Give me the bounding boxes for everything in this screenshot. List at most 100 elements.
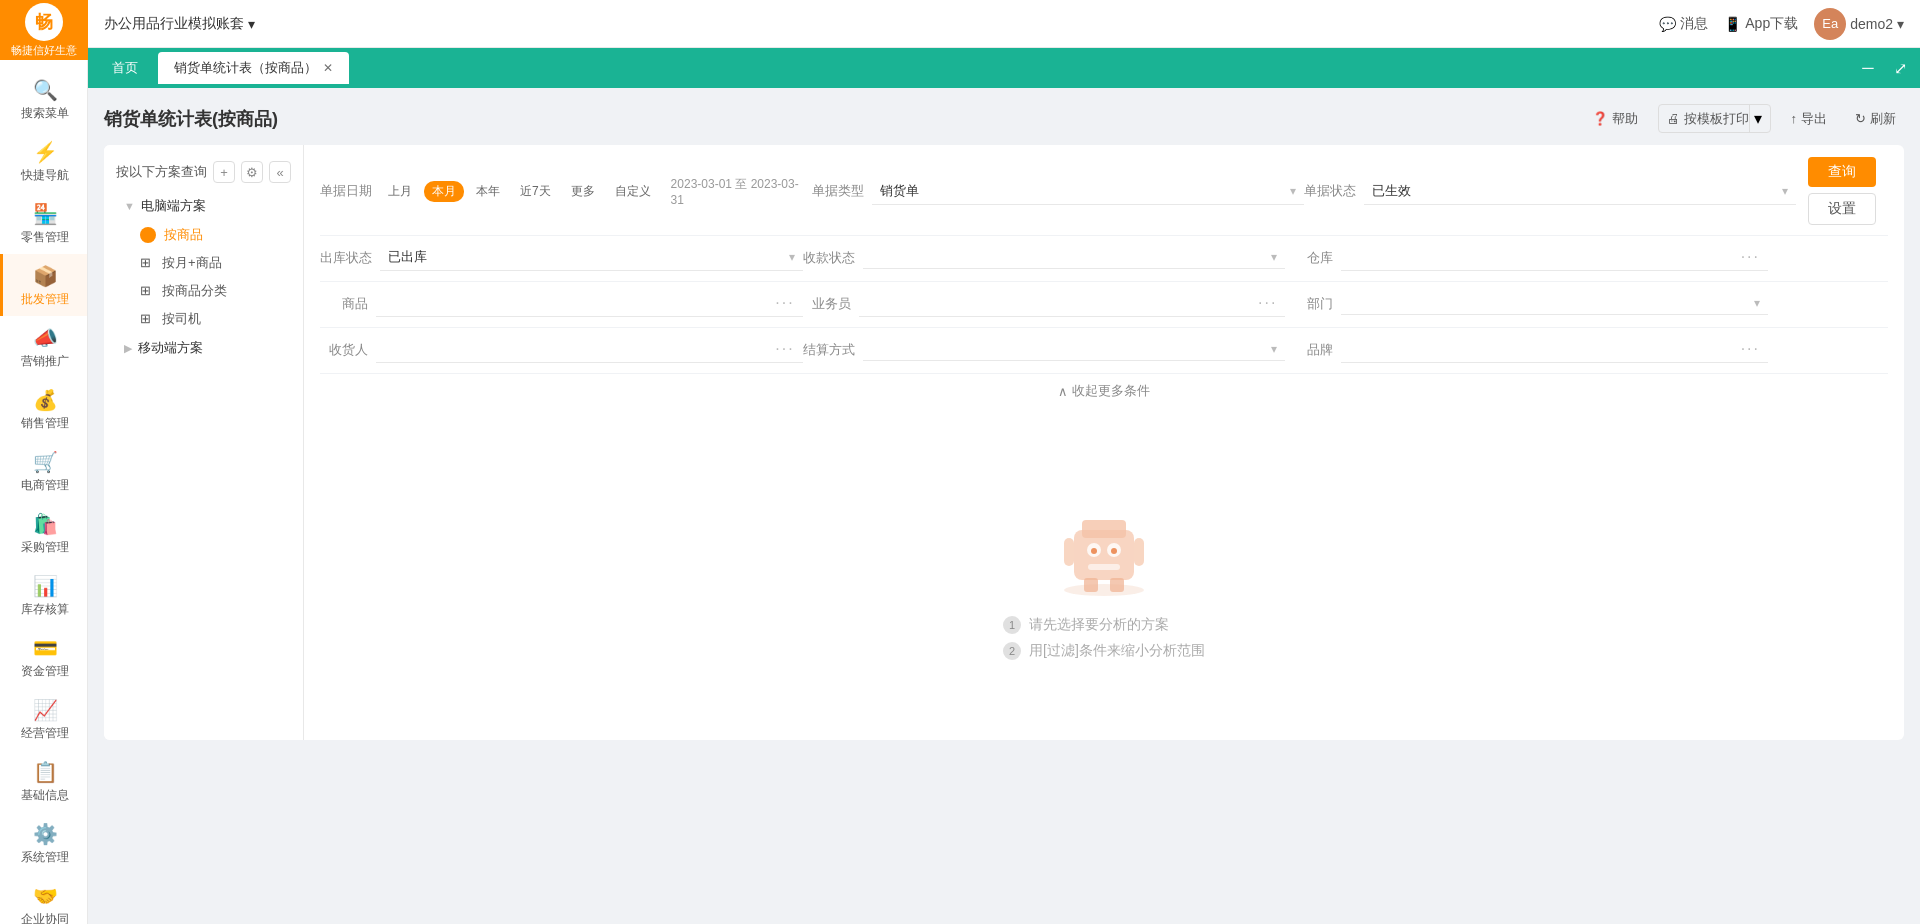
- product-select[interactable]: ···: [376, 290, 803, 317]
- export-icon: ↑: [1791, 111, 1798, 126]
- tree-item-by-cashier[interactable]: ⊞ 按司机: [104, 305, 303, 333]
- ecom-icon: 🛒: [33, 450, 58, 474]
- sidebar-item-inventory[interactable]: 📊 库存核算: [0, 564, 87, 626]
- sidebar-item-wholesale[interactable]: 📦 批发管理: [0, 254, 87, 316]
- out-status-value: 已出库: [388, 248, 427, 266]
- receiver-label: 收货人: [320, 341, 376, 359]
- salesperson-label: 业务员: [803, 295, 859, 313]
- receiver-select[interactable]: ···: [376, 336, 803, 363]
- doc-status-caret: ▾: [1782, 184, 1788, 198]
- dept-select[interactable]: ▾: [1341, 292, 1768, 315]
- collapse-label: 收起更多条件: [1072, 382, 1150, 400]
- top-header: 办公用品行业模拟账套 ▾ 💬 消息 📱 App下载 Ea demo2 ▾: [88, 0, 1920, 48]
- print-label: 按模板打印: [1684, 110, 1749, 128]
- date-pill-this-year[interactable]: 本年: [468, 181, 508, 202]
- tree-item-by-month-product[interactable]: ⊞ 按月+商品: [104, 249, 303, 277]
- sidebar-item-label: 零售管理: [21, 229, 69, 246]
- tab-home[interactable]: 首页: [96, 52, 154, 84]
- sidebar-item-marketing[interactable]: 📣 营销推广: [0, 316, 87, 378]
- filter-doc-type: 单据类型 销货单 ▾: [812, 178, 1304, 205]
- tree-group-mobile-label: 移动端方案: [138, 339, 203, 357]
- sidebar-item-shortcut[interactable]: ⚡ 快捷导航: [0, 130, 87, 192]
- search-icon: 🔍: [33, 78, 58, 102]
- sidebar-item-sales[interactable]: 💰 销售管理: [0, 378, 87, 440]
- collapse-up-icon: ∧: [1058, 384, 1068, 399]
- svg-point-5: [1091, 548, 1097, 554]
- sidebar-item-finance[interactable]: 💳 资金管理: [0, 626, 87, 688]
- doc-status-value: 已生效: [1372, 182, 1411, 200]
- date-pill-custom[interactable]: 自定义: [607, 181, 659, 202]
- brand-label: 品牌: [1285, 341, 1341, 359]
- query-button[interactable]: 查询: [1808, 157, 1876, 187]
- message-label: 消息: [1680, 15, 1708, 33]
- product-label: 商品: [320, 295, 376, 313]
- page-actions: ❓ 帮助 🖨 按模板打印 ▾ ↑ 导出 ↻ 刷新: [1584, 104, 1905, 133]
- tab-close-btn[interactable]: ✕: [323, 61, 333, 75]
- tab-report[interactable]: 销货单统计表（按商品） ✕: [158, 52, 349, 84]
- date-pill-last-month[interactable]: 上月: [380, 181, 420, 202]
- sidebar-item-label: 经营管理: [21, 725, 69, 742]
- brand-dots: ···: [1741, 340, 1760, 358]
- salesperson-select[interactable]: ···: [859, 290, 1286, 317]
- setting-button[interactable]: 设置: [1808, 193, 1876, 225]
- out-status-select[interactable]: 已出库 ▾: [380, 244, 803, 271]
- workspace-dropdown[interactable]: 办公用品行业模拟账套 ▾: [104, 15, 255, 33]
- filter-salesperson: 业务员 ···: [803, 290, 1286, 317]
- warehouse-select[interactable]: ···: [1341, 244, 1768, 271]
- doc-type-value: 销货单: [880, 182, 919, 200]
- message-btn[interactable]: 💬 消息: [1659, 15, 1708, 33]
- sidebar-item-purchase[interactable]: 🛍️ 采购管理: [0, 502, 87, 564]
- tree-group-desktop[interactable]: ▼ 电脑端方案: [104, 191, 303, 221]
- svg-point-0: [1064, 584, 1144, 596]
- sidebar-item-label: 系统管理: [21, 849, 69, 866]
- action-btns: 查询 设置: [1796, 157, 1888, 225]
- retail-icon: 🏪: [33, 202, 58, 226]
- tree-group-mobile[interactable]: ▶ 移动端方案: [104, 333, 303, 363]
- settlement-select[interactable]: ▾: [863, 338, 1286, 361]
- base-icon: 📋: [33, 760, 58, 784]
- filter-date: 单据日期 上月 本月 本年 近7天 更多 自定义 20: [320, 176, 812, 207]
- export-btn[interactable]: ↑ 导出: [1783, 106, 1836, 132]
- date-pill-this-month[interactable]: 本月: [424, 181, 464, 202]
- tab-bar: 首页 销货单统计表（按商品） ✕ ─ ⤢: [88, 48, 1920, 88]
- filter-doc-status: 单据状态 已生效 ▾: [1304, 178, 1796, 205]
- brand-select[interactable]: ···: [1341, 336, 1768, 363]
- sidebar-item-label: 销售管理: [21, 415, 69, 432]
- tab-maximize-btn[interactable]: ⤢: [1888, 56, 1912, 80]
- date-pill-7days[interactable]: 近7天: [512, 181, 559, 202]
- tree-item-by-product[interactable]: 按商品: [104, 221, 303, 249]
- collapse-row[interactable]: ∧ 收起更多条件: [320, 373, 1888, 408]
- refresh-btn[interactable]: ↻ 刷新: [1847, 106, 1904, 132]
- doc-status-select[interactable]: 已生效 ▾: [1364, 178, 1796, 205]
- help-btn[interactable]: ❓ 帮助: [1584, 106, 1646, 132]
- wholesale-icon: 📦: [33, 264, 58, 288]
- side-collapse-btn[interactable]: «: [269, 161, 291, 183]
- sidebar-item-corp[interactable]: 🤝 企业协同: [0, 874, 87, 924]
- empty-tip-2: 2 用[过滤]条件来缩小分析范围: [1003, 642, 1205, 660]
- tip-num-1: 1: [1003, 616, 1021, 634]
- tree-item-icon: ⊞: [140, 311, 156, 327]
- empty-illustration: [1044, 500, 1164, 600]
- tab-minimize-btn[interactable]: ─: [1856, 56, 1880, 80]
- logo-icon: 畅: [25, 3, 63, 41]
- sidebar-item-base[interactable]: 📋 基础信息: [0, 750, 87, 812]
- sidebar-item-operation[interactable]: 📈 经营管理: [0, 688, 87, 750]
- app-download-btn[interactable]: 📱 App下载: [1724, 15, 1798, 33]
- filter-row-3: 商品 ··· 业务员 ···: [320, 290, 1888, 317]
- date-pill-more[interactable]: 更多: [563, 181, 603, 202]
- side-settings-btn[interactable]: ⚙: [241, 161, 263, 183]
- print-btn[interactable]: 🖨 按模板打印: [1659, 106, 1749, 132]
- collect-status-select[interactable]: ▾: [863, 246, 1286, 269]
- user-menu[interactable]: Ea demo2 ▾: [1814, 8, 1904, 40]
- tree-item-label: 按司机: [162, 310, 201, 328]
- sidebar-item-search[interactable]: 🔍 搜索菜单: [0, 68, 87, 130]
- tree-item-by-product-cat[interactable]: ⊞ 按商品分类: [104, 277, 303, 305]
- side-add-btn[interactable]: +: [213, 161, 235, 183]
- marketing-icon: 📣: [33, 326, 58, 350]
- sidebar-item-ecom[interactable]: 🛒 电商管理: [0, 440, 87, 502]
- print-caret-btn[interactable]: ▾: [1749, 105, 1770, 132]
- doc-type-select[interactable]: 销货单 ▾: [872, 178, 1304, 205]
- sidebar-item-retail[interactable]: 🏪 零售管理: [0, 192, 87, 254]
- app-download-icon: 📱: [1724, 16, 1741, 32]
- sidebar-item-system[interactable]: ⚙️ 系统管理: [0, 812, 87, 874]
